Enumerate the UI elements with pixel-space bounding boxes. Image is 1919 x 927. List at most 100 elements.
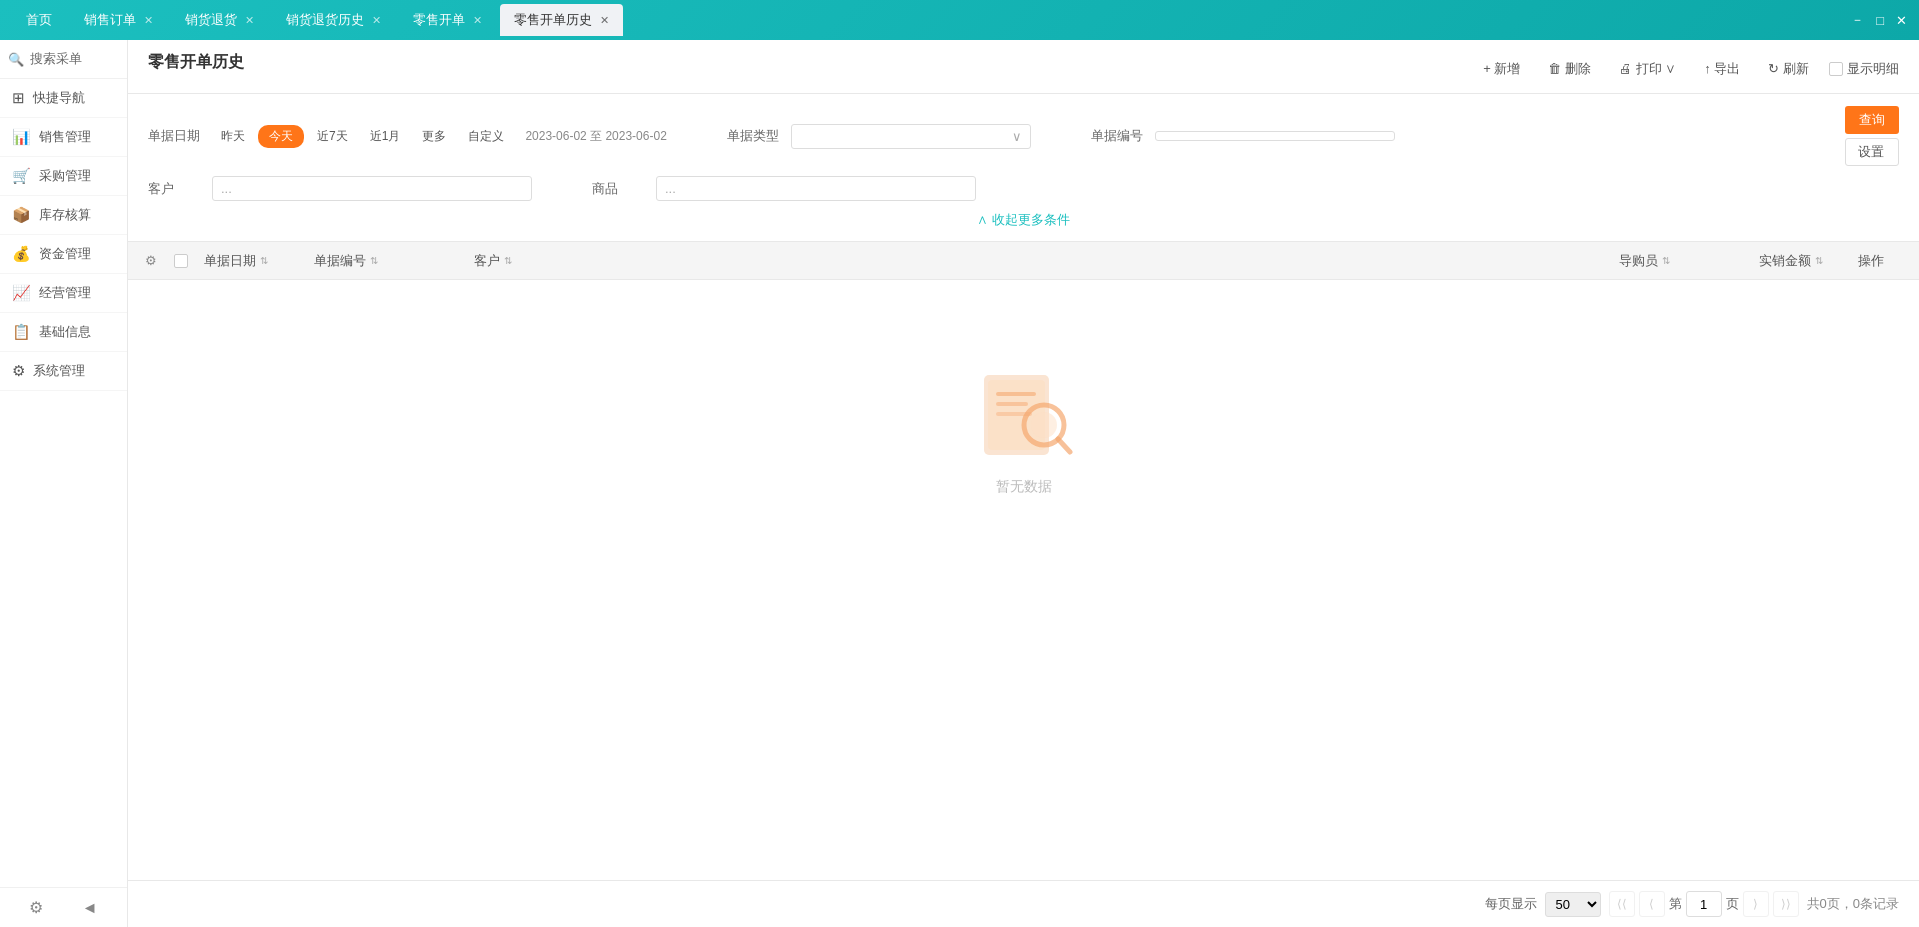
sidebar-item-operations[interactable]: 📈 经营管理: [0, 274, 127, 313]
filter-area: 单据日期 昨天 今天 近7天 近1月 更多 自定义 2023-06-02 至 2…: [128, 94, 1919, 242]
sort-guide-icon: ⇅: [1662, 255, 1670, 266]
basic-info-icon: 📋: [12, 323, 31, 341]
svg-rect-2: [996, 392, 1036, 396]
sidebar-item-sales-mgmt[interactable]: 📊 销售管理: [0, 118, 127, 157]
sales-icon: 📊: [12, 128, 31, 146]
finance-icon: 💰: [12, 245, 31, 263]
today-btn[interactable]: 今天: [258, 125, 304, 148]
more-conditions-toggle[interactable]: ∧ 收起更多条件: [148, 211, 1899, 229]
close-tab-sales-order[interactable]: ✕: [144, 14, 153, 27]
close-tab-sales-return[interactable]: ✕: [245, 14, 254, 27]
top-bar: 首页 销售订单 ✕ 销货退货 ✕ 销货退货历史 ✕ 零售开单 ✕ 零售开单历史 …: [0, 0, 1919, 40]
sidebar-item-quick-nav[interactable]: ⊞ 快捷导航: [0, 79, 127, 118]
per-page-select[interactable]: 50 10 20 100: [1545, 892, 1601, 917]
sidebar-collapse-icon[interactable]: ◄: [82, 899, 98, 917]
sidebar-item-basic-info[interactable]: 📋 基础信息: [0, 313, 127, 352]
sidebar-settings-icon[interactable]: ⚙: [29, 898, 43, 917]
operations-icon: 📈: [12, 284, 31, 302]
svg-line-7: [1058, 439, 1070, 452]
settings-filter-button[interactable]: 设置: [1845, 138, 1899, 166]
sidebar-item-finance[interactable]: 💰 资金管理: [0, 235, 127, 274]
sort-customer-icon: ⇅: [504, 255, 512, 266]
tab-sales-return-history[interactable]: 销货退货历史 ✕: [272, 4, 395, 36]
main-layout: 🔍 搜索采单 ⊞ 快捷导航 📊 销售管理 🛒 采购管理 📦 库存核算 💰 资金管…: [0, 40, 1919, 927]
more-date-btn[interactable]: 更多: [413, 125, 455, 148]
minimize-button[interactable]: －: [1851, 11, 1864, 29]
sidebar: 🔍 搜索采单 ⊞ 快捷导航 📊 销售管理 🛒 采购管理 📦 库存核算 💰 资金管…: [0, 40, 128, 927]
page-total: 共0页，0条记录: [1807, 895, 1899, 913]
col-header-customer[interactable]: 客户 ⇅: [466, 252, 1611, 270]
type-filter-select[interactable]: ∨: [791, 124, 1031, 149]
tab-retail-history[interactable]: 零售开单历史 ✕: [500, 4, 623, 36]
goods-filter-input[interactable]: ...: [656, 176, 976, 201]
pagination: 每页显示 50 10 20 100 ⟨⟨ ⟨ 第 页 ⟩ ⟩⟩ 共0页，0条记录: [128, 880, 1919, 927]
last-month-btn[interactable]: 近1月: [361, 125, 410, 148]
toolbar: + 新增 🗑 删除 🖨 打印 ∨ ↑ 导出 ↻ 刷新: [1475, 56, 1899, 82]
page-number-input[interactable]: [1686, 891, 1722, 917]
query-button[interactable]: 查询: [1845, 106, 1899, 134]
page-suffix: 页: [1726, 895, 1739, 913]
close-tab-retail-history[interactable]: ✕: [600, 14, 609, 27]
print-button[interactable]: 🖨 打印 ∨: [1611, 56, 1684, 82]
empty-state-icon: [964, 360, 1084, 470]
add-button[interactable]: + 新增: [1475, 56, 1528, 82]
select-all-checkbox[interactable]: [166, 254, 196, 268]
per-page-label: 每页显示: [1485, 895, 1537, 913]
sidebar-bottom: ⚙ ◄: [0, 887, 127, 927]
col-header-date[interactable]: 单据日期 ⇅: [196, 252, 306, 270]
number-filter-label: 单据编号: [1091, 127, 1147, 145]
table-header: ⚙ 单据日期 ⇅ 单据编号 ⇅ 客户 ⇅ 导购员 ⇅: [128, 242, 1919, 280]
number-filter-input[interactable]: [1155, 131, 1395, 141]
table-area: ⚙ 单据日期 ⇅ 单据编号 ⇅ 客户 ⇅ 导购员 ⇅: [128, 242, 1919, 880]
quick-nav-icon: ⊞: [12, 89, 25, 107]
col-header-guide[interactable]: 导购员 ⇅: [1611, 252, 1711, 270]
next-page-btn[interactable]: ⟩: [1743, 891, 1769, 917]
last7-btn[interactable]: 近7天: [308, 125, 357, 148]
tab-sales-order[interactable]: 销售订单 ✕: [70, 4, 167, 36]
type-dropdown-arrow: ∨: [1012, 129, 1022, 144]
export-button[interactable]: ↑ 导出: [1696, 56, 1748, 82]
col-header-amount[interactable]: 实销金额 ⇅: [1711, 252, 1831, 270]
sort-date-icon: ⇅: [260, 255, 268, 266]
empty-text: 暂无数据: [996, 478, 1052, 496]
delete-button[interactable]: 🗑 删除: [1540, 56, 1599, 82]
date-buttons: 昨天 今天 近7天 近1月 更多 自定义: [212, 125, 513, 148]
first-page-btn[interactable]: ⟨⟨: [1609, 891, 1635, 917]
tab-retail-open[interactable]: 零售开单 ✕: [399, 4, 496, 36]
sidebar-search[interactable]: 🔍 搜索采单: [0, 40, 127, 79]
search-icon: 🔍: [8, 52, 24, 67]
filter-row-2: 客户 ... 商品 ...: [148, 176, 1899, 201]
goods-filter-label: 商品: [592, 180, 648, 198]
content-area: 零售开单历史 + 新增 🗑 删除 🖨 打印 ∨ ↑ 导出 ↻: [128, 40, 1919, 927]
close-tab-retail-open[interactable]: ✕: [473, 14, 482, 27]
checkbox-show-detail[interactable]: [1829, 62, 1843, 76]
last-page-btn[interactable]: ⟩⟩: [1773, 891, 1799, 917]
date-filter-label: 单据日期: [148, 127, 204, 145]
sidebar-item-system-mgmt[interactable]: ⚙ 系统管理: [0, 352, 127, 391]
prev-page-btn[interactable]: ⟨: [1639, 891, 1665, 917]
sidebar-item-inventory[interactable]: 📦 库存核算: [0, 196, 127, 235]
show-detail-toggle[interactable]: 显示明细: [1829, 60, 1899, 78]
filter-row-1: 单据日期 昨天 今天 近7天 近1月 更多 自定义 2023-06-02 至 2…: [148, 106, 1899, 166]
type-filter-label: 单据类型: [727, 127, 783, 145]
close-button[interactable]: ✕: [1896, 13, 1907, 28]
custom-date-btn[interactable]: 自定义: [459, 125, 513, 148]
sort-amount-icon: ⇅: [1815, 255, 1823, 266]
col-header-action: 操作: [1831, 252, 1911, 270]
tab-home[interactable]: 首页: [12, 4, 66, 36]
yesterday-btn[interactable]: 昨天: [212, 125, 254, 148]
svg-point-6: [1031, 412, 1057, 438]
window-controls: － □ ✕: [1851, 11, 1907, 29]
col-header-number[interactable]: 单据编号 ⇅: [306, 252, 466, 270]
sidebar-item-purchase-mgmt[interactable]: 🛒 采购管理: [0, 157, 127, 196]
tab-sales-return[interactable]: 销货退货 ✕: [171, 4, 268, 36]
svg-rect-3: [996, 402, 1028, 406]
customer-filter-input[interactable]: ...: [212, 176, 532, 201]
close-tab-sales-return-history[interactable]: ✕: [372, 14, 381, 27]
page-label: 第: [1669, 895, 1682, 913]
page-title: 零售开单历史: [148, 52, 244, 73]
table-settings-icon[interactable]: ⚙: [136, 253, 166, 268]
maximize-button[interactable]: □: [1876, 13, 1884, 28]
refresh-button[interactable]: ↻ 刷新: [1760, 56, 1817, 82]
customer-filter-label: 客户: [148, 180, 204, 198]
